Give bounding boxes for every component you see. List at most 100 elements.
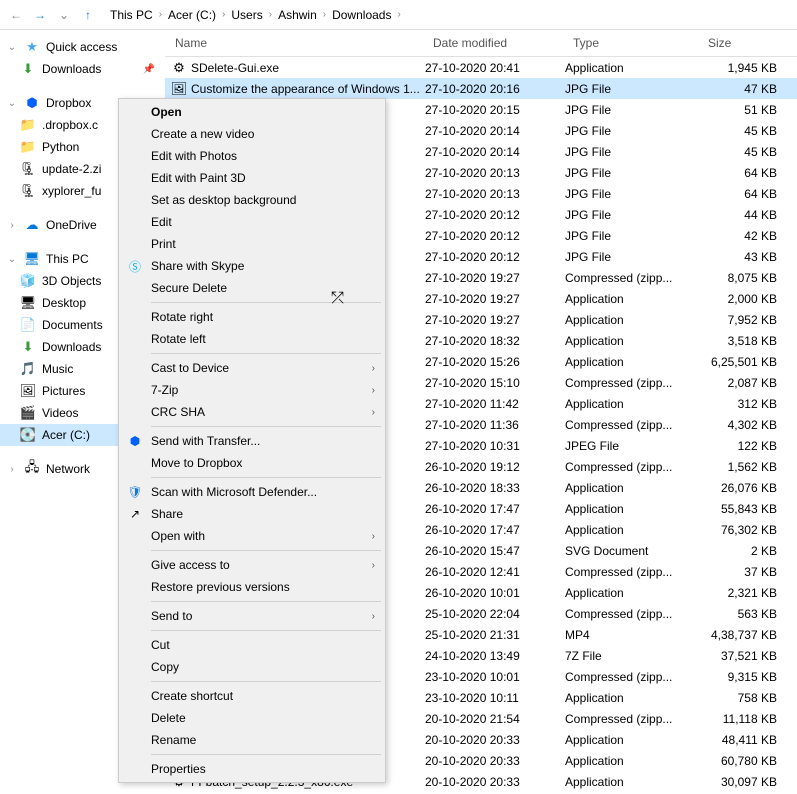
onedrive-label: OneDrive [46,218,97,232]
menu-item[interactable]: Rotate right [121,306,383,328]
chevron-down-icon[interactable]: ⌄ [6,254,18,265]
file-type: Compressed (zipp... [565,376,700,390]
menu-item[interactable]: Print [121,233,383,255]
menu-item-label: Delete [151,711,186,725]
chevron-right-icon[interactable]: › [6,464,18,475]
file-size: 3,518 KB [700,334,797,348]
file-type: Application [565,334,700,348]
file-size: 8,075 KB [700,271,797,285]
menu-item[interactable]: Edit with Paint 3D [121,167,383,189]
file-date: 27-10-2020 20:12 [425,250,565,264]
menu-item-label: Rename [151,733,196,747]
file-size: 55,843 KB [700,502,797,516]
menu-item[interactable]: ↗Share [121,503,383,525]
column-size[interactable]: Size [700,30,797,56]
recent-dropdown-icon[interactable]: ⌄ [52,3,76,27]
chevron-right-icon: › [372,363,375,374]
file-type: Application [565,733,700,747]
menu-separator [151,550,381,551]
menu-item-label: Give access to [151,558,230,572]
file-type: Application [565,775,700,789]
column-date[interactable]: Date modified [425,30,565,56]
file-type: JPG File [565,145,700,159]
menu-item[interactable]: Edit with Photos [121,145,383,167]
chevron-down-icon[interactable]: ⌄ [6,42,18,53]
menu-item[interactable]: Create a new video [121,123,383,145]
file-row[interactable]: SDelete-Gui.exe27-10-2020 20:41Applicati… [165,57,797,78]
file-size: 2,321 KB [700,586,797,600]
menu-item[interactable]: Create shortcut [121,685,383,707]
breadcrumb-segment[interactable]: Ashwin [274,6,321,24]
menu-item[interactable]: Copy [121,656,383,678]
menu-item[interactable]: Set as desktop background [121,189,383,211]
star-icon [24,39,40,55]
breadcrumb[interactable]: This PC›Acer (C:)›Users›Ashwin›Downloads… [106,6,401,24]
menu-item[interactable]: Restore previous versions [121,576,383,598]
menu-item[interactable]: 7-Zip› [121,379,383,401]
file-type: Application [565,397,700,411]
menu-item-label: Print [151,237,176,251]
breadcrumb-segment[interactable]: Downloads [328,6,395,24]
chevron-right-icon[interactable]: › [159,9,162,20]
chevron-right-icon[interactable]: › [222,9,225,20]
menu-item[interactable]: Edit [121,211,383,233]
menu-item[interactable]: Properties [121,758,383,780]
sidebar-item-label: Documents [42,318,103,332]
file-date: 23-10-2020 10:01 [425,670,565,684]
menu-item[interactable]: Rotate left [121,328,383,350]
file-size: 1,562 KB [700,460,797,474]
menu-item-label: Set as desktop background [151,193,296,207]
file-type: JPG File [565,229,700,243]
menu-item[interactable]: ⓈShare with Skype [121,255,383,277]
file-size: 47 KB [700,82,797,96]
vid-icon [20,405,36,421]
column-type[interactable]: Type [565,30,700,56]
file-type: SVG Document [565,544,700,558]
menu-item[interactable]: Cut [121,634,383,656]
chevron-right-icon[interactable]: › [269,9,272,20]
menu-separator [151,754,381,755]
file-row[interactable]: Customize the appearance of Windows 1...… [165,78,797,99]
column-name[interactable]: Name [165,30,425,56]
menu-item[interactable]: Send to› [121,605,383,627]
chevron-right-icon[interactable]: › [397,9,400,20]
menu-item[interactable]: Open [121,101,383,123]
back-button[interactable]: ← [4,3,28,27]
menu-item[interactable]: Open with› [121,525,383,547]
menu-item-label: Copy [151,660,179,674]
menu-item-label: Edit with Photos [151,149,237,163]
menu-item[interactable]: Secure Delete [121,277,383,299]
file-size: 312 KB [700,397,797,411]
chevron-right-icon[interactable]: › [323,9,326,20]
breadcrumb-segment[interactable]: Users [227,6,266,24]
breadcrumb-segment[interactable]: Acer (C:) [164,6,220,24]
shield-icon: 🛡 [127,484,143,500]
menu-item-label: Send with Transfer... [151,434,260,448]
file-type: JPG File [565,250,700,264]
file-type: Compressed (zipp... [565,565,700,579]
file-size: 60,780 KB [700,754,797,768]
breadcrumb-segment[interactable]: This PC [106,6,157,24]
sidebar-item[interactable]: Downloads📌 [0,58,165,80]
menu-item[interactable]: Move to Dropbox [121,452,383,474]
menu-item[interactable]: CRC SHA› [121,401,383,423]
menu-item-label: Cast to Device [151,361,229,375]
chevron-right-icon[interactable]: › [6,220,18,231]
menu-item[interactable]: 🛡Scan with Microsoft Defender... [121,481,383,503]
menu-item[interactable]: Give access to› [121,554,383,576]
file-size: 26,076 KB [700,481,797,495]
menu-item[interactable]: ⬢Send with Transfer... [121,430,383,452]
sidebar-item-label: Desktop [42,296,86,310]
quick-access-label: Quick access [46,40,117,54]
drive-icon [20,427,36,443]
docs-icon [20,317,36,333]
sidebar-quick-access[interactable]: ⌄ Quick access [0,36,165,58]
menu-item[interactable]: Rename [121,729,383,751]
file-type: Compressed (zipp... [565,460,700,474]
chevron-down-icon[interactable]: ⌄ [6,98,18,109]
menu-item[interactable]: Cast to Device › [121,357,383,379]
menu-item[interactable]: Delete [121,707,383,729]
up-button[interactable]: ↑ [76,3,100,27]
forward-button[interactable]: → [28,3,52,27]
menu-item-label: Create a new video [151,127,254,141]
